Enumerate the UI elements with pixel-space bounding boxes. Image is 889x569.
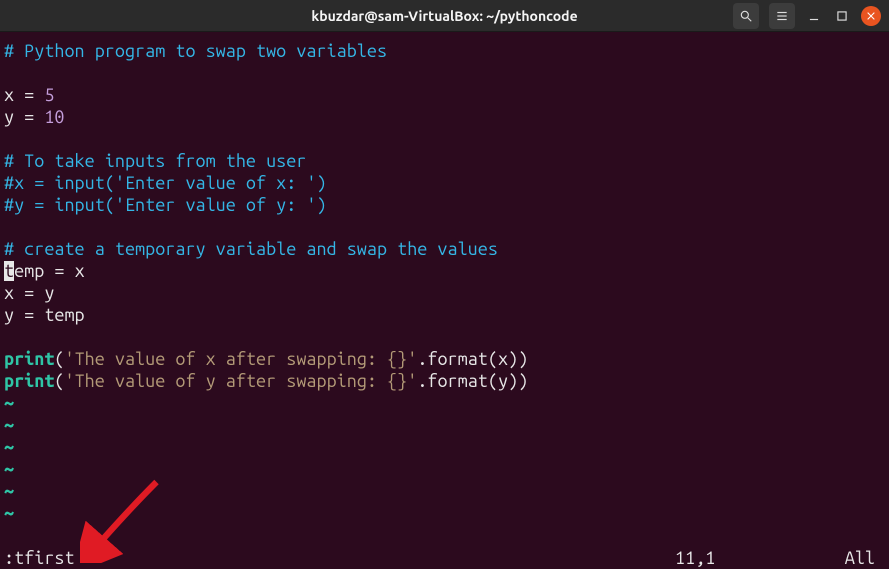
minimize-icon[interactable] <box>805 7 823 25</box>
code-line: # create a temporary variable and swap t… <box>4 239 498 259</box>
code-literal: 5 <box>44 85 54 105</box>
vim-tilde: ~ <box>4 481 14 501</box>
close-icon[interactable] <box>861 6 881 26</box>
code-line: x = y <box>4 283 54 303</box>
code-string: 'The value of x after swapping: {}' <box>65 349 418 369</box>
code-punct: ( <box>54 349 64 369</box>
vim-tilde: ~ <box>4 415 14 435</box>
code-line: .format(y)) <box>417 371 528 391</box>
vim-tilde: ~ <box>4 503 14 523</box>
vim-tilde: ~ <box>4 437 14 457</box>
window-title: kbuzdar@sam-VirtualBox: ~/pythoncode <box>311 8 577 24</box>
vim-command: :tfirst <box>4 548 75 568</box>
cursor: t <box>4 261 14 281</box>
menu-icon[interactable] <box>769 3 795 29</box>
code-line: .format(x)) <box>417 349 528 369</box>
code-line: y = <box>4 107 44 127</box>
vim-tilde: ~ <box>4 459 14 479</box>
titlebar: kbuzdar@sam-VirtualBox: ~/pythoncode <box>0 0 889 32</box>
code-punct: ( <box>54 371 64 391</box>
code-line: #y = input('Enter value of y: ') <box>4 195 327 215</box>
terminal-viewport[interactable]: # Python program to swap two variables x… <box>0 32 889 569</box>
code-literal: 10 <box>44 107 64 127</box>
vim-statusline: :tfirst 11,1 All <box>0 547 889 569</box>
scroll-percent: All <box>825 548 885 568</box>
cursor-position: 11,1 <box>675 548 825 568</box>
code-line: # Python program to swap two variables <box>4 41 387 61</box>
code-line: #x = input('Enter value of x: ') <box>4 173 327 193</box>
search-icon[interactable] <box>733 3 759 29</box>
code-line: x = <box>4 85 44 105</box>
code-keyword: print <box>4 349 54 369</box>
code-line: # To take inputs from the user <box>4 151 306 171</box>
vim-tilde: ~ <box>4 393 14 413</box>
maximize-icon[interactable] <box>833 7 851 25</box>
editor-content: # Python program to swap two variables x… <box>0 32 889 524</box>
code-keyword: print <box>4 371 54 391</box>
code-string: 'The value of y after swapping: {}' <box>65 371 418 391</box>
code-line: y = temp <box>4 305 85 325</box>
code-line: emp = x <box>14 261 85 281</box>
titlebar-controls <box>733 3 889 29</box>
